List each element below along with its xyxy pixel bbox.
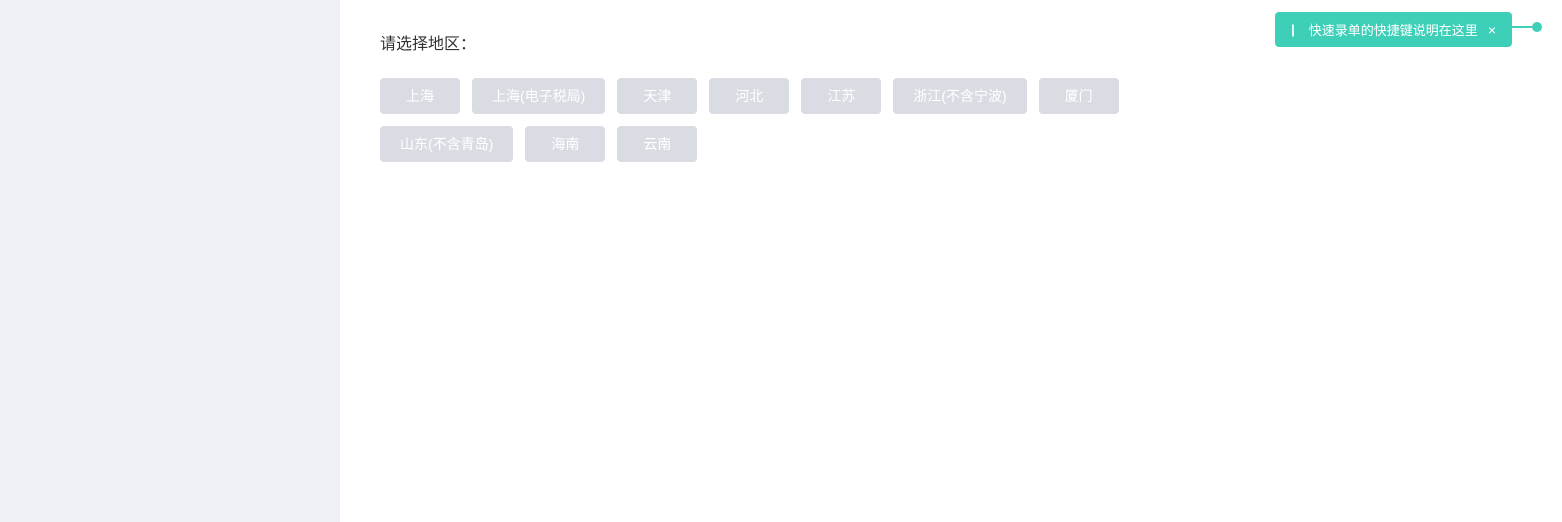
tooltip-close-button[interactable]: ×: [1488, 22, 1496, 38]
region-button-hainan[interactable]: 海南: [525, 126, 605, 162]
region-row-1: 上海上海(电子税局) 天津河北江苏浙江(不含宁波) 厦门: [380, 78, 1522, 114]
region-button-xiamen[interactable]: 厦门: [1039, 78, 1119, 114]
region-button-tianjin[interactable]: 天津: [617, 78, 697, 114]
left-sidebar: [0, 0, 340, 522]
region-row-2: 山东(不含青岛) 海南云南: [380, 126, 1522, 162]
region-button-shandong[interactable]: 山东(不含青岛): [380, 126, 513, 162]
tooltip-line: [1512, 26, 1532, 28]
tooltip-banner: 快速录单的快捷键说明在这里 ×: [1275, 12, 1512, 47]
region-button-hebei[interactable]: 河北: [709, 78, 789, 114]
tooltip-text: 快速录单的快捷键说明在这里: [1309, 20, 1478, 39]
main-content: 请选择地区： 上海上海(电子税局)天津河北江苏浙江(不含宁波)厦门 山东(不含青…: [340, 0, 1562, 522]
region-button-yunnan[interactable]: 云南: [617, 126, 697, 162]
region-button-jiangsu[interactable]: 江苏: [801, 78, 881, 114]
region-button-zhejiang[interactable]: 浙江(不含宁波): [893, 78, 1026, 114]
region-button-shanghai-etax[interactable]: 上海(电子税局): [472, 78, 605, 114]
tooltip-dot: [1532, 22, 1542, 32]
region-button-shanghai[interactable]: 上海: [380, 78, 460, 114]
